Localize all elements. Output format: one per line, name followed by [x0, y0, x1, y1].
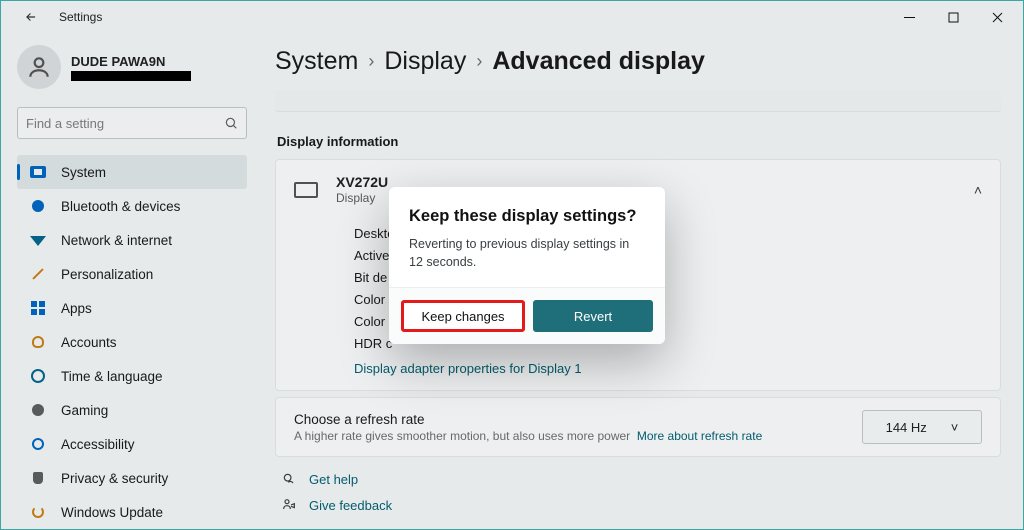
keep-settings-dialog: Keep these display settings? Reverting t…: [389, 187, 665, 344]
dialog-title: Keep these display settings?: [409, 207, 645, 226]
give-feedback-label: Give feedback: [309, 498, 392, 513]
username: DUDE PAWA9N: [71, 54, 191, 69]
search-input[interactable]: [26, 116, 224, 131]
gaming-icon: [32, 404, 44, 416]
chevron-up-icon[interactable]: ˄: [974, 182, 982, 198]
window-minimize-button[interactable]: [887, 3, 931, 31]
nav-label: Windows Update: [61, 505, 163, 520]
nav-item-system[interactable]: System: [17, 155, 247, 189]
nav-list: System Bluetooth & devices Network & int…: [17, 155, 247, 529]
display-name: XV272U: [336, 174, 388, 190]
accessibility-icon: [32, 438, 44, 450]
apps-icon: [31, 301, 45, 315]
user-email-redacted: [71, 71, 191, 81]
nav-item-personalization[interactable]: Personalization: [17, 257, 247, 291]
help-icon: [281, 471, 297, 487]
display-sub: Display: [336, 191, 388, 205]
bluetooth-icon: [32, 200, 44, 212]
update-icon: [32, 506, 44, 518]
nav-label: Bluetooth & devices: [61, 199, 180, 214]
nav-label: Privacy & security: [61, 471, 168, 486]
system-icon: [30, 166, 46, 178]
refresh-sub: A higher rate gives smoother motion, but…: [294, 429, 630, 443]
nav-item-accounts[interactable]: Accounts: [17, 325, 247, 359]
sidebar: DUDE PAWA9N System Bluetooth & devices N…: [1, 33, 257, 530]
get-help-row[interactable]: Get help: [281, 471, 1001, 487]
window-close-button[interactable]: [975, 3, 1019, 31]
nav-label: Accounts: [61, 335, 117, 350]
window-maximize-button[interactable]: [931, 3, 975, 31]
give-feedback-row[interactable]: Give feedback: [281, 497, 1001, 513]
chevron-down-icon: ˅: [951, 420, 959, 435]
chevron-right-icon: ›: [368, 51, 374, 72]
breadcrumb: System › Display › Advanced display: [275, 47, 1001, 76]
nav-item-apps[interactable]: Apps: [17, 291, 247, 325]
adapter-properties-link[interactable]: Display adapter properties for Display 1: [354, 361, 982, 376]
nav-item-gaming[interactable]: Gaming: [17, 393, 247, 427]
refresh-rate-card: Choose a refresh rate A higher rate give…: [275, 397, 1001, 457]
nav-item-network[interactable]: Network & internet: [17, 223, 247, 257]
refresh-more-link[interactable]: More about refresh rate: [637, 429, 762, 443]
nav-label: Gaming: [61, 403, 108, 418]
search-icon: [224, 116, 238, 130]
refresh-rate-dropdown[interactable]: 144 Hz ˅: [862, 410, 982, 444]
revert-button[interactable]: Revert: [533, 300, 653, 332]
feedback-icon: [281, 497, 297, 513]
top-card-skeleton: [275, 90, 1001, 112]
shield-icon: [33, 472, 43, 484]
nav-label: Network & internet: [61, 233, 172, 248]
back-button[interactable]: [9, 3, 53, 31]
nav-label: System: [61, 165, 106, 180]
nav-label: Time & language: [61, 369, 163, 384]
breadcrumb-advanced: Advanced display: [492, 47, 705, 76]
monitor-icon: [294, 182, 318, 198]
clock-icon: [31, 369, 45, 383]
window-title: Settings: [59, 10, 102, 24]
account-icon: [32, 336, 44, 348]
keep-changes-button[interactable]: Keep changes: [401, 300, 525, 332]
get-help-label: Get help: [309, 472, 358, 487]
avatar: [17, 45, 61, 89]
nav-label: Apps: [61, 301, 92, 316]
refresh-title: Choose a refresh rate: [294, 412, 762, 427]
nav-item-update[interactable]: Windows Update: [17, 495, 247, 529]
wifi-icon: [30, 236, 46, 246]
dialog-message: Reverting to previous display settings i…: [409, 236, 645, 271]
nav-item-time[interactable]: Time & language: [17, 359, 247, 393]
titlebar: Settings: [1, 1, 1023, 33]
chevron-right-icon: ›: [476, 51, 482, 72]
nav-item-accessibility[interactable]: Accessibility: [17, 427, 247, 461]
nav-item-bluetooth[interactable]: Bluetooth & devices: [17, 189, 247, 223]
refresh-rate-value: 144 Hz: [886, 420, 927, 435]
nav-item-privacy[interactable]: Privacy & security: [17, 461, 247, 495]
nav-label: Accessibility: [61, 437, 135, 452]
profile-block[interactable]: DUDE PAWA9N: [17, 45, 247, 89]
paintbrush-icon: [32, 268, 43, 279]
person-icon: [26, 54, 52, 80]
section-title: Display information: [277, 134, 1001, 149]
nav-label: Personalization: [61, 267, 153, 282]
breadcrumb-display[interactable]: Display: [384, 47, 466, 76]
breadcrumb-system[interactable]: System: [275, 47, 358, 76]
search-input-wrapper[interactable]: [17, 107, 247, 139]
